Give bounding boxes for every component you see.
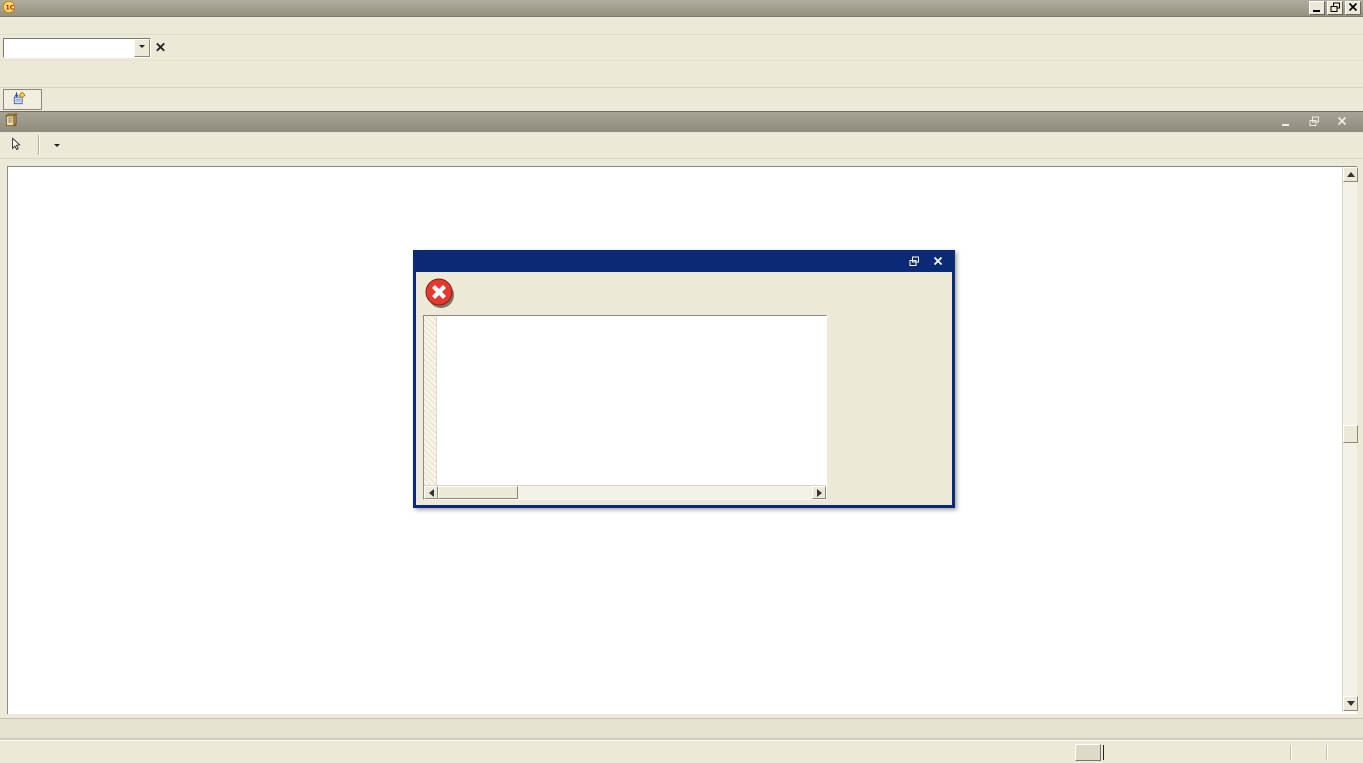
close-button[interactable] — [1345, 1, 1361, 15]
svg-text:1С: 1С — [6, 4, 15, 11]
restore-button[interactable] — [1327, 1, 1343, 15]
language-indicator[interactable] — [1075, 744, 1101, 761]
error-icon — [424, 277, 456, 312]
app-root: { "window": { "title": "1С:Предприятие -… — [0, 0, 1363, 763]
dialog-close-button[interactable] — [931, 254, 945, 271]
dialog-title-bar — [416, 253, 952, 272]
dialog-maximize-button[interactable] — [907, 254, 921, 271]
mdi-close-button[interactable] — [1335, 114, 1349, 131]
scroll-down-button[interactable] — [1343, 696, 1358, 711]
menu-bar — [0, 17, 1363, 35]
dialog-horizontal-scrollbar[interactable] — [424, 485, 826, 499]
vertical-scrollbar[interactable] — [1342, 167, 1358, 711]
toolbar-main: ✕ — [0, 35, 1363, 61]
journal-icon — [4, 113, 19, 131]
clear-search-button[interactable]: ✕ — [152, 38, 169, 58]
mdi-minimize-button[interactable] — [1279, 114, 1293, 131]
scroll-right-button[interactable] — [812, 486, 826, 499]
search-combobox[interactable] — [3, 37, 151, 58]
status-bar — [0, 740, 1363, 763]
mdi-title-bar — [0, 111, 1363, 132]
text-caret — [1103, 745, 1104, 760]
scroll-left-button[interactable] — [424, 486, 438, 499]
panel-tab-sales-workplace[interactable] — [3, 89, 42, 110]
panel-tab-strip — [0, 88, 1363, 111]
error-gutter — [424, 316, 437, 485]
select-cursor-icon — [10, 136, 24, 154]
table-header-row — [8, 167, 1357, 183]
combobox-dropdown-button[interactable] — [134, 38, 150, 57]
mdi-toolbar — [0, 132, 1363, 159]
minimize-button[interactable] — [1309, 1, 1325, 15]
app-title-bar: 1С — [0, 0, 1363, 17]
scroll-up-button[interactable] — [1343, 167, 1358, 182]
scrollbar-thumb[interactable] — [1343, 425, 1358, 443]
mdi-restore-button[interactable] — [1307, 114, 1321, 131]
window-tab-bar — [0, 718, 1363, 740]
error-text-area[interactable] — [423, 315, 827, 500]
hscrollbar-thumb[interactable] — [438, 486, 518, 499]
toolbar-commerce — [0, 61, 1363, 88]
error-text — [440, 319, 825, 483]
search-input[interactable] — [4, 39, 134, 57]
error-dialog — [413, 250, 955, 508]
actions-button[interactable] — [42, 134, 67, 156]
app-logo-icon: 1С — [2, 0, 16, 17]
desktop-tab-icon — [13, 91, 27, 108]
select-button[interactable] — [3, 134, 35, 156]
